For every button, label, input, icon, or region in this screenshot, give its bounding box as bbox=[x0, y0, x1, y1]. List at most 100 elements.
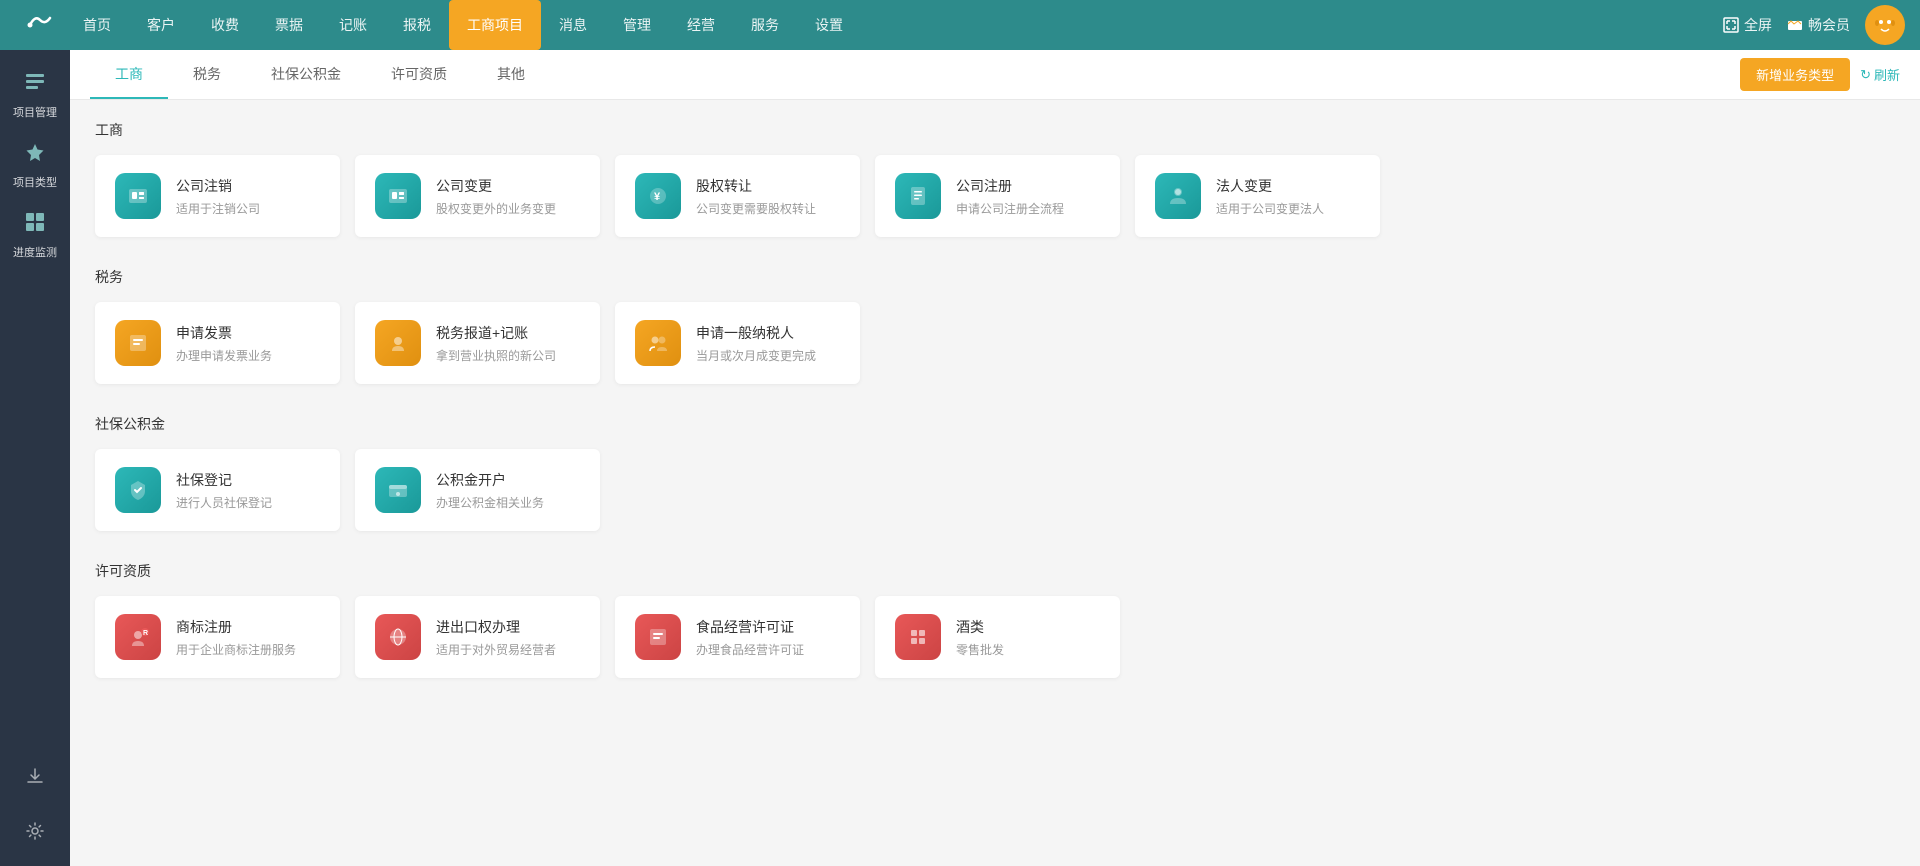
sidebar-project-type-label: 项目类型 bbox=[13, 174, 57, 190]
card-company-change-text: 公司变更 股权变更外的业务变更 bbox=[436, 176, 580, 217]
tab-other[interactable]: 其他 bbox=[472, 50, 550, 99]
sidebar-item-project-manage[interactable]: 项目管理 bbox=[0, 60, 70, 130]
card-tax-report-desc: 拿到营业执照的新公司 bbox=[436, 347, 580, 364]
vip-label: 畅会员 bbox=[1808, 15, 1850, 35]
sidebar-project-manage-label: 项目管理 bbox=[13, 104, 57, 120]
project-type-icon bbox=[24, 141, 46, 169]
nav-manage[interactable]: 管理 bbox=[605, 0, 669, 50]
legal-change-icon bbox=[1155, 173, 1201, 219]
card-general-tax-title: 申请一般纳税人 bbox=[696, 323, 840, 343]
card-alcohol[interactable]: 酒类 零售批发 bbox=[875, 596, 1120, 678]
card-equity-transfer-text: 股权转让 公司变更需要股权转让 bbox=[696, 176, 840, 217]
nav-items: 首页 客户 收费 票据 记账 报税 工商项目 消息 管理 经营 服务 设置 bbox=[65, 0, 1723, 50]
sidebar-download-btn[interactable] bbox=[0, 751, 70, 801]
tab-shebao[interactable]: 社保公积金 bbox=[246, 50, 366, 99]
card-invoice-apply-desc: 办理申请发票业务 bbox=[176, 347, 320, 364]
tab-shuiwu[interactable]: 税务 bbox=[168, 50, 246, 99]
card-company-cancel[interactable]: 公司注销 适用于注销公司 bbox=[95, 155, 340, 237]
section-shuiwu-title: 税务 bbox=[95, 267, 1895, 287]
card-company-change[interactable]: 公司变更 股权变更外的业务变更 bbox=[355, 155, 600, 237]
card-social-insurance[interactable]: 社保登记 进行人员社保登记 bbox=[95, 449, 340, 531]
fullscreen-btn[interactable]: 全屏 bbox=[1723, 15, 1772, 35]
card-invoice-apply[interactable]: 申请发票 办理申请发票业务 bbox=[95, 302, 340, 384]
card-social-insurance-desc: 进行人员社保登记 bbox=[176, 494, 320, 511]
card-tax-report-title: 税务报道+记账 bbox=[436, 323, 580, 343]
nav-right: 全屏 畅会员 bbox=[1723, 5, 1905, 45]
card-tax-report[interactable]: 税务报道+记账 拿到营业执照的新公司 bbox=[355, 302, 600, 384]
card-company-register-title: 公司注册 bbox=[956, 176, 1100, 196]
import-export-icon bbox=[375, 614, 421, 660]
tab-bar: 工商 税务 社保公积金 许可资质 其他 新增业务类型 ↻ 刷新 bbox=[70, 50, 1920, 100]
logo bbox=[15, 0, 65, 50]
card-import-export-text: 进出口权办理 适用于对外贸易经营者 bbox=[436, 617, 580, 658]
nav-home[interactable]: 首页 bbox=[65, 0, 129, 50]
card-general-tax-text: 申请一般纳税人 当月或次月成变更完成 bbox=[696, 323, 840, 364]
nav-tax[interactable]: 报税 bbox=[385, 0, 449, 50]
vip-btn[interactable]: 畅会员 bbox=[1787, 15, 1850, 35]
food-license-icon bbox=[635, 614, 681, 660]
sidebar-progress-label: 进度监测 bbox=[13, 244, 57, 260]
sidebar-item-project-type[interactable]: 项目类型 bbox=[0, 130, 70, 200]
nav-business[interactable]: 工商项目 bbox=[449, 0, 541, 50]
card-alcohol-title: 酒类 bbox=[956, 617, 1100, 637]
card-legal-change[interactable]: 法人变更 适用于公司变更法人 bbox=[1135, 155, 1380, 237]
nav-customer[interactable]: 客户 bbox=[129, 0, 193, 50]
section-gongshang-title: 工商 bbox=[95, 120, 1895, 140]
tax-report-icon bbox=[375, 320, 421, 366]
company-cancel-icon bbox=[115, 173, 161, 219]
sidebar-settings-btn[interactable] bbox=[0, 806, 70, 856]
card-trademark[interactable]: R 商标注册 用于企业商标注册服务 bbox=[95, 596, 340, 678]
tab-gongshang[interactable]: 工商 bbox=[90, 50, 168, 99]
tab-actions: 新增业务类型 ↻ 刷新 bbox=[1740, 58, 1900, 91]
card-provident-fund-desc: 办理公积金相关业务 bbox=[436, 494, 580, 511]
nav-message[interactable]: 消息 bbox=[541, 0, 605, 50]
alcohol-icon bbox=[895, 614, 941, 660]
card-alcohol-desc: 零售批发 bbox=[956, 641, 1100, 658]
shuiwu-cards: 申请发票 办理申请发票业务 税务报道+记账 拿到营业执照的新公司 bbox=[95, 302, 1895, 384]
card-legal-change-title: 法人变更 bbox=[1216, 176, 1360, 196]
refresh-label: 刷新 bbox=[1874, 65, 1900, 84]
nav-service[interactable]: 服务 bbox=[733, 0, 797, 50]
card-import-export[interactable]: 进出口权办理 适用于对外贸易经营者 bbox=[355, 596, 600, 678]
tabs: 工商 税务 社保公积金 许可资质 其他 bbox=[90, 50, 550, 99]
card-trademark-desc: 用于企业商标注册服务 bbox=[176, 641, 320, 658]
card-equity-transfer-desc: 公司变更需要股权转让 bbox=[696, 200, 840, 217]
card-company-register-text: 公司注册 申请公司注册全流程 bbox=[956, 176, 1100, 217]
nav-fee[interactable]: 收费 bbox=[193, 0, 257, 50]
card-import-export-title: 进出口权办理 bbox=[436, 617, 580, 637]
provident-fund-icon bbox=[375, 467, 421, 513]
card-food-license-text: 食品经营许可证 办理食品经营许可证 bbox=[696, 617, 840, 658]
card-company-change-desc: 股权变更外的业务变更 bbox=[436, 200, 580, 217]
card-equity-transfer[interactable]: ¥ 股权转让 公司变更需要股权转让 bbox=[615, 155, 860, 237]
invoice-apply-icon bbox=[115, 320, 161, 366]
card-company-register[interactable]: 公司注册 申请公司注册全流程 bbox=[875, 155, 1120, 237]
card-general-tax-desc: 当月或次月成变更完成 bbox=[696, 347, 840, 364]
nav-bill[interactable]: 票据 bbox=[257, 0, 321, 50]
card-company-cancel-desc: 适用于注销公司 bbox=[176, 200, 320, 217]
tab-xuke[interactable]: 许可资质 bbox=[366, 50, 472, 99]
company-register-icon bbox=[895, 173, 941, 219]
card-general-tax[interactable]: 申请一般纳税人 当月或次月成变更完成 bbox=[615, 302, 860, 384]
card-social-insurance-title: 社保登记 bbox=[176, 470, 320, 490]
nav-bookkeeping[interactable]: 记账 bbox=[321, 0, 385, 50]
trademark-icon: R bbox=[115, 614, 161, 660]
sidebar-item-progress[interactable]: 进度监测 bbox=[0, 200, 70, 270]
project-manage-icon bbox=[24, 71, 46, 99]
card-legal-change-desc: 适用于公司变更法人 bbox=[1216, 200, 1360, 217]
card-provident-fund-title: 公积金开户 bbox=[436, 470, 580, 490]
card-food-license[interactable]: 食品经营许可证 办理食品经营许可证 bbox=[615, 596, 860, 678]
social-insurance-icon bbox=[115, 467, 161, 513]
scroll-content[interactable]: 工商 公司注销 适用于注销公司 bbox=[70, 100, 1920, 866]
card-provident-fund[interactable]: 公积金开户 办理公积金相关业务 bbox=[355, 449, 600, 531]
sidebar: 项目管理 项目类型 进度监测 bbox=[0, 50, 70, 866]
section-xuke-title: 许可资质 bbox=[95, 561, 1895, 581]
card-tax-report-text: 税务报道+记账 拿到营业执照的新公司 bbox=[436, 323, 580, 364]
nav-operation[interactable]: 经营 bbox=[669, 0, 733, 50]
general-tax-icon bbox=[635, 320, 681, 366]
nav-settings[interactable]: 设置 bbox=[797, 0, 861, 50]
card-equity-transfer-title: 股权转让 bbox=[696, 176, 840, 196]
card-food-license-title: 食品经营许可证 bbox=[696, 617, 840, 637]
new-type-button[interactable]: 新增业务类型 bbox=[1740, 58, 1850, 91]
refresh-button[interactable]: ↻ 刷新 bbox=[1860, 65, 1900, 84]
section-shebao-title: 社保公积金 bbox=[95, 414, 1895, 434]
